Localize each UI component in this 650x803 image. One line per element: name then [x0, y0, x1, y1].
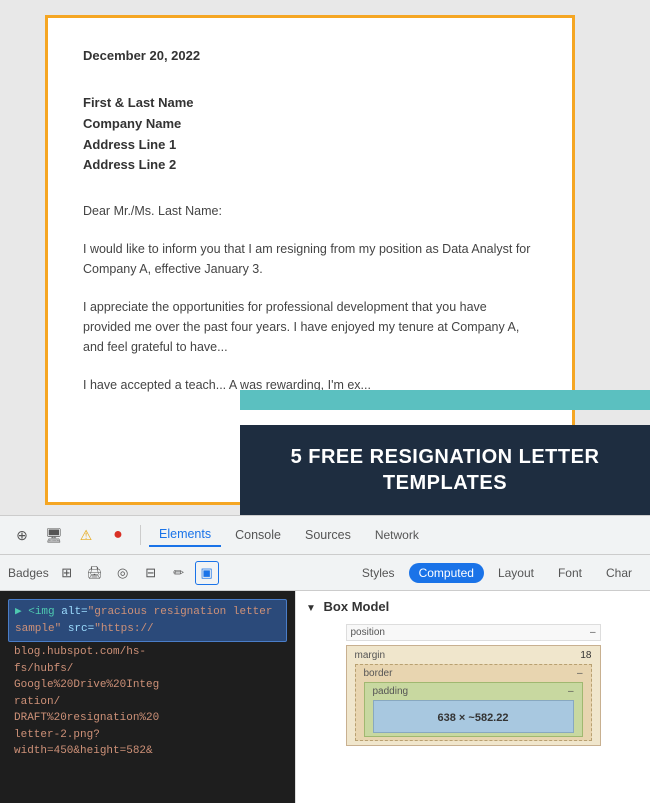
char-tab[interactable]: Char [596, 563, 642, 583]
promo-banner: 5 FREE RESIGNATION LETTER TEMPLATES [240, 425, 650, 515]
attr-alt: alt= [61, 606, 87, 618]
computed-tab[interactable]: Computed [409, 563, 484, 583]
tab-console[interactable]: Console [225, 524, 291, 546]
box-model-visual: position – margin 18 border – [346, 624, 601, 746]
letter-body: Dear Mr./Ms. Last Name: I would like to … [83, 201, 537, 395]
recipient-line3: Address Line 1 [83, 135, 537, 156]
border-label: border [364, 668, 393, 679]
separator1 [140, 525, 141, 545]
tab-sources[interactable]: Sources [295, 524, 361, 546]
letter-recipient: First & Last Name Company Name Address L… [83, 93, 537, 176]
html-url-continuation: blog.hubspot.com/hs- fs/hubfs/ Google%20… [8, 644, 287, 760]
padding-label: padding [373, 686, 409, 697]
display-icon[interactable]: 🖥 [40, 521, 68, 549]
font-tab[interactable]: Font [548, 563, 592, 583]
salutation: Dear Mr./Ms. Last Name: [83, 201, 537, 221]
badges-label: Badges [8, 566, 49, 580]
border-value: – [577, 668, 583, 679]
padding-value: – [568, 686, 574, 697]
print-icon[interactable]: 🖨 [83, 561, 107, 585]
error-icon[interactable]: ● [104, 521, 132, 549]
sidebar-icon[interactable]: ▣ [195, 561, 219, 585]
recipient-line2: Company Name [83, 114, 537, 135]
position-value: – [590, 627, 596, 638]
html-panel: ▶ <img alt="gracious resignation letter … [0, 591, 295, 803]
tab-network[interactable]: Network [365, 524, 429, 546]
banner-text: 5 FREE RESIGNATION LETTER TEMPLATES [260, 444, 630, 496]
teal-strip [240, 390, 650, 410]
margin-label: margin [355, 650, 386, 661]
box-model-panel: ▼ Box Model position – margin 18 border [295, 591, 650, 803]
selected-html-element[interactable]: ▶ <img alt="gracious resignation letter … [8, 599, 287, 642]
box-model-title: ▼ Box Model [306, 599, 640, 614]
attr-src-value: "https:// [94, 623, 153, 635]
paragraph1: I would like to inform you that I am res… [83, 239, 537, 279]
html-tag: ▶ <img [15, 606, 55, 618]
triangle-icon: ▼ [306, 603, 316, 614]
paragraph2: I appreciate the opportunities for profe… [83, 297, 537, 357]
devtools-toolbar2: Badges ⊞ 🖨 ◎ ⊟ ✏ ▣ Styles Computed Layou… [0, 555, 650, 591]
tab-elements[interactable]: Elements [149, 523, 221, 547]
content-size: 638 × ~582.22 [438, 712, 509, 724]
margin-value: 18 [580, 650, 591, 661]
layout-tab[interactable]: Layout [488, 563, 544, 583]
position-label: position [351, 627, 385, 638]
attr-src: src= [68, 623, 94, 635]
letter-date: December 20, 2022 [83, 48, 537, 63]
styles-tab[interactable]: Styles [352, 563, 405, 583]
devtools-panel: ▶ <img alt="gracious resignation letter … [0, 591, 650, 803]
devtools-toolbar1: ⊕ 🖥 ⚠ ● Elements Console Sources Network [0, 515, 650, 555]
grid-layout-icon[interactable]: ⊟ [139, 561, 163, 585]
accessibility-icon[interactable]: ◎ [111, 561, 135, 585]
pen-icon[interactable]: ✏ [167, 561, 191, 585]
warning-icon[interactable]: ⚠ [72, 521, 100, 549]
recipient-line1: First & Last Name [83, 93, 537, 114]
recipient-line4: Address Line 2 [83, 155, 537, 176]
table-icon[interactable]: ⊞ [55, 561, 79, 585]
preview-area: December 20, 2022 First & Last Name Comp… [0, 0, 650, 515]
crosshair-icon[interactable]: ⊕ [8, 521, 36, 549]
